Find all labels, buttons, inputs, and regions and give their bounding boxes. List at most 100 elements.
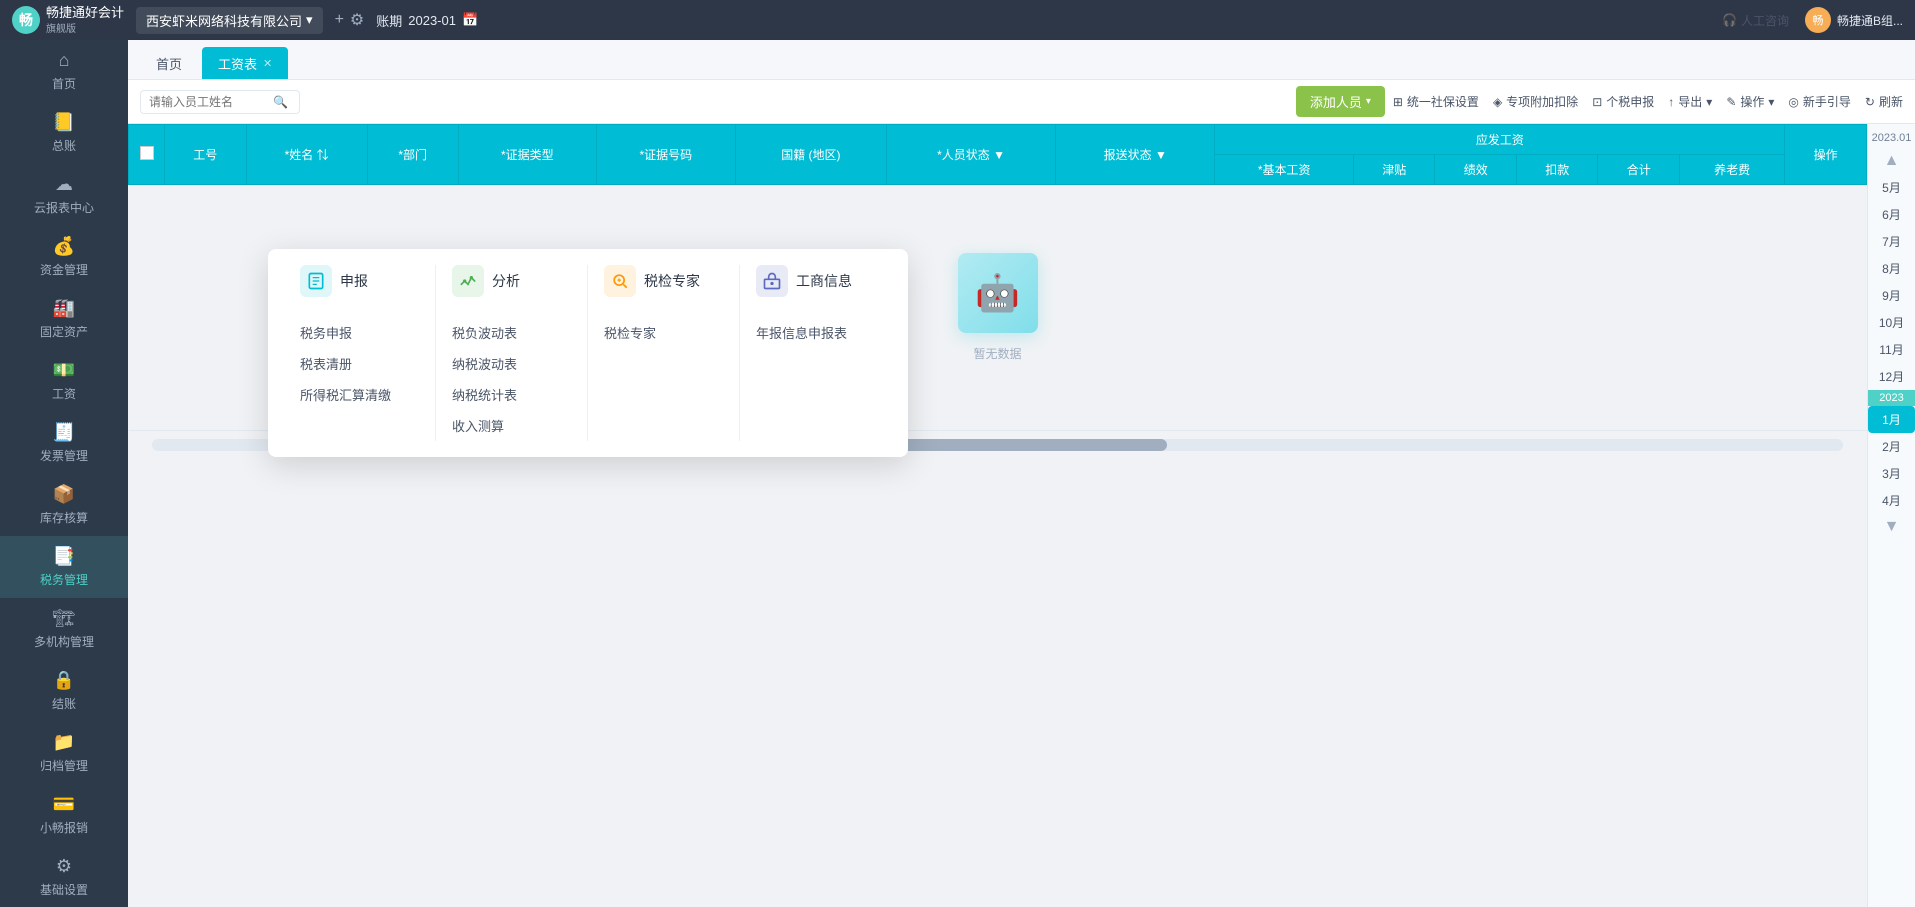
date-month-2022-8[interactable]: 8月 xyxy=(1868,255,1915,282)
social-label: 统一社保设置 xyxy=(1407,93,1479,110)
sidebar-item-salary[interactable]: 💵 工资 xyxy=(0,350,128,412)
refresh-btn[interactable]: ↻ 刷新 xyxy=(1865,93,1903,110)
tax-icon: 📑 xyxy=(53,546,75,567)
sort-icon: ⇅ xyxy=(317,148,329,162)
empty-text: 暂无数据 xyxy=(973,345,1021,362)
date-nav-down[interactable]: ▼ xyxy=(1880,514,1904,540)
period-label: 账期 xyxy=(376,11,402,30)
date-month-2022-11[interactable]: 11月 xyxy=(1868,336,1915,363)
date-month-2023-2[interactable]: 2月 xyxy=(1868,433,1915,460)
dropdown-header-shenbao: 申报 xyxy=(300,265,419,305)
bizinfo-item-0[interactable]: 年报信息申报表 xyxy=(756,317,876,348)
operate-btn[interactable]: ✎ 操作 ▾ xyxy=(1726,93,1774,110)
sidebar-item-invoice-label: 发票管理 xyxy=(40,447,88,464)
sidebar: ⌂ 首页 📒 总账 ☁ 云报表中心 💰 资金管理 🏭 固定资产 💵 工资 🧾 发… xyxy=(0,40,128,907)
th-check xyxy=(129,125,165,185)
bizinfo-header-icon xyxy=(756,265,788,297)
sidebar-item-archive[interactable]: 📁 归档管理 xyxy=(0,722,128,784)
operate-icon: ✎ xyxy=(1726,95,1736,109)
shenbao-item-1[interactable]: 税表清册 xyxy=(300,348,419,379)
export-btn[interactable]: ↑ 导出 ▾ xyxy=(1668,93,1712,110)
sidebar-item-ledger[interactable]: 📒 总账 xyxy=(0,102,128,164)
operate-dropdown-icon: ▾ xyxy=(1768,95,1774,109)
sidebar-item-xiao-label: 小畅报销 xyxy=(40,819,88,836)
sidebar-item-home[interactable]: ⌂ 首页 xyxy=(0,40,128,102)
taxexpert-header-icon xyxy=(604,265,636,297)
sidebar-item-invoice[interactable]: 🧾 发票管理 xyxy=(0,412,128,474)
date-month-2022-7[interactable]: 7月 xyxy=(1868,228,1915,255)
select-all-checkbox[interactable] xyxy=(140,146,154,160)
dropdown-col-shenbao: 申报 税务申报 税表清册 所得税汇算清缴 xyxy=(284,265,436,441)
tab-salary[interactable]: 工资表 ✕ xyxy=(202,47,288,79)
add-company-btn[interactable]: + ⚙ xyxy=(335,10,365,30)
sidebar-item-basic[interactable]: ⚙ 基础设置 xyxy=(0,846,128,907)
date-month-2022-5[interactable]: 5月 xyxy=(1868,174,1915,201)
sidebar-item-cloud[interactable]: ☁ 云报表中心 xyxy=(0,164,128,226)
home-icon: ⌂ xyxy=(59,50,70,71)
search-input[interactable] xyxy=(149,95,269,109)
sidebar-item-basic-label: 基础设置 xyxy=(40,881,88,898)
tab-home[interactable]: 首页 xyxy=(140,47,198,79)
analysis-item-3[interactable]: 收入测算 xyxy=(452,410,571,441)
date-month-2023-1[interactable]: 1月 xyxy=(1868,406,1915,433)
sidebar-item-fund[interactable]: 💰 资金管理 xyxy=(0,226,128,288)
sidebar-item-fixed[interactable]: 🏭 固定资产 xyxy=(0,288,128,350)
filter-icon[interactable]: ▼ xyxy=(993,148,1005,162)
sidebar-item-archive-label: 归档管理 xyxy=(40,757,88,774)
sidebar-item-xiao[interactable]: 💳 小畅报销 xyxy=(0,784,128,846)
sidebar-item-close[interactable]: 🔒 结账 xyxy=(0,660,128,722)
analysis-item-0[interactable]: 税负波动表 xyxy=(452,317,571,348)
search-wrap[interactable]: 🔍 xyxy=(140,90,300,114)
fixed-icon: 🏭 xyxy=(53,298,75,319)
taxexpert-item-0[interactable]: 税检专家 xyxy=(604,317,723,348)
sidebar-item-multi-org[interactable]: 🏗 多机构管理 xyxy=(0,598,128,660)
special-btn[interactable]: ◈ 专项附加扣除 xyxy=(1493,93,1578,110)
analysis-item-1[interactable]: 纳税波动表 xyxy=(452,348,571,379)
analysis-header-icon xyxy=(452,265,484,297)
dropdown-header-taxexpert: 税检专家 xyxy=(604,265,723,305)
sidebar-item-tax[interactable]: 📑 税务管理 xyxy=(0,536,128,598)
date-nav-up[interactable]: ▲ xyxy=(1880,148,1904,174)
support-btn[interactable]: 🎧 人工咨询 xyxy=(1722,12,1789,29)
special-icon: ◈ xyxy=(1493,95,1502,109)
th-status: *人员状态 ▼ xyxy=(887,125,1056,185)
tax-return-btn[interactable]: ⊡ 个税申报 xyxy=(1592,93,1654,110)
add-dropdown-icon: ▾ xyxy=(1366,96,1371,107)
period-info: 账期 2023-01 📅 xyxy=(376,11,478,30)
add-person-button[interactable]: 添加人员 ▾ xyxy=(1296,86,1385,117)
date-month-2022-6[interactable]: 6月 xyxy=(1868,201,1915,228)
guide-circle-icon: ◎ xyxy=(1788,95,1798,109)
th-pension: 养老费 xyxy=(1680,155,1785,185)
date-month-2022-12[interactable]: 12月 xyxy=(1868,363,1915,390)
user-info[interactable]: 畅 畅捷通B组... xyxy=(1805,7,1903,33)
cloud-icon: ☁ xyxy=(55,174,73,195)
toolbar: 🔍 添加人员 ▾ ⊞ 统一社保设置 ◈ 专项附加扣除 ⊡ 个税申报 xyxy=(128,80,1915,124)
xiao-icon: 💳 xyxy=(53,794,75,815)
dropdown-grid: 申报 税务申报 税表清册 所得税汇算清缴 xyxy=(284,265,892,441)
date-month-2022-9[interactable]: 9月 xyxy=(1868,282,1915,309)
shenbao-item-0[interactable]: 税务申报 xyxy=(300,317,419,348)
sidebar-item-salary-label: 工资 xyxy=(52,385,76,402)
social-btn[interactable]: ⊞ 统一社保设置 xyxy=(1393,93,1479,110)
date-month-2023-4[interactable]: 4月 xyxy=(1868,487,1915,514)
sidebar-item-inventory[interactable]: 📦 库存核算 xyxy=(0,474,128,536)
guide-btn[interactable]: ◎ 新手引导 xyxy=(1788,93,1851,110)
tab-salary-close[interactable]: ✕ xyxy=(263,57,272,70)
dropdown-col-bizinfo: 工商信息 年报信息申报表 xyxy=(740,265,892,441)
report-filter-icon[interactable]: ▼ xyxy=(1155,148,1167,162)
tax-return-label: 个税申报 xyxy=(1606,93,1654,110)
date-month-2023-3[interactable]: 3月 xyxy=(1868,460,1915,487)
table-header-row1: 工号 *姓名 ⇅ *部门 *证据类型 xyxy=(129,125,1867,155)
company-selector[interactable]: 西安虾米网络科技有限公司 ▾ xyxy=(136,7,323,34)
th-dept: *部门 xyxy=(367,125,458,185)
date-month-2022-10[interactable]: 10月 xyxy=(1868,309,1915,336)
taxexpert-header-label: 税检专家 xyxy=(644,271,700,291)
invoice-icon: 🧾 xyxy=(53,422,75,443)
dropdown-col-analysis: 分析 税负波动表 纳税波动表 纳税统计表 xyxy=(436,265,588,441)
tab-bar: 首页 工资表 ✕ xyxy=(128,40,1915,80)
analysis-item-2[interactable]: 纳税统计表 xyxy=(452,379,571,410)
guide-label: 新手引导 xyxy=(1803,93,1851,110)
shenbao-item-2[interactable]: 所得税汇算清缴 xyxy=(300,379,419,410)
refresh-icon: ↻ xyxy=(1865,95,1875,109)
th-name: *姓名 ⇅ xyxy=(246,125,367,185)
